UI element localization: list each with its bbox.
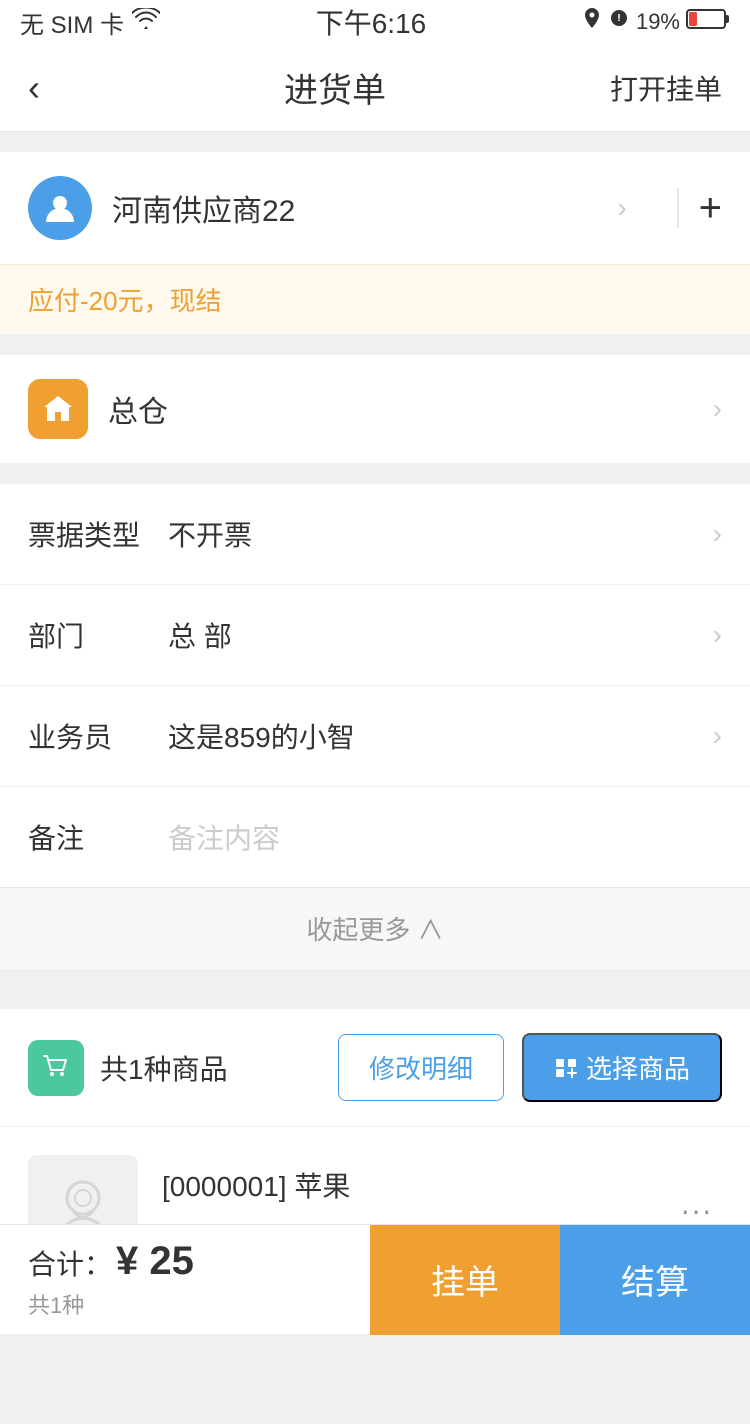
modify-detail-button[interactable]: 修改明细	[338, 1034, 504, 1101]
supplier-card: 河南供应商22 › + 应付-20元，现结	[0, 152, 750, 334]
page-title: 进货单	[60, 63, 610, 112]
supplier-info-banner: 应付-20元，现结	[0, 264, 750, 334]
select-product-button[interactable]: 选择商品	[522, 1033, 722, 1102]
gap-4	[0, 969, 750, 989]
warehouse-row[interactable]: 总仓 ›	[0, 354, 750, 463]
dept-row[interactable]: 部门 总 部 ›	[0, 584, 750, 685]
location-icon	[582, 8, 602, 36]
product-code: [0000001] 苹果	[162, 1171, 350, 1202]
user-icon	[42, 190, 78, 226]
total-label: 合计：	[28, 1243, 112, 1283]
battery-text: 19%	[636, 9, 680, 35]
warehouse-name: 总仓	[108, 387, 713, 431]
select-icon	[554, 1056, 578, 1080]
gap-3	[0, 463, 750, 483]
divider	[677, 188, 679, 228]
carrier-text: 无 SIM 卡	[20, 5, 124, 40]
invoice-chevron-icon: ›	[713, 518, 722, 550]
select-label: 选择商品	[586, 1049, 690, 1086]
status-time: 下午6:16	[316, 2, 427, 42]
hold-button[interactable]: 挂单	[370, 1225, 560, 1335]
sales-row[interactable]: 业务员 这是859的小智 ›	[0, 685, 750, 786]
back-button[interactable]: ‹	[28, 67, 40, 109]
note-placeholder: 备注内容	[158, 817, 722, 857]
nav-bar: ‹ 进货单 打开挂单	[0, 44, 750, 132]
supplier-chevron-icon: ›	[617, 192, 626, 224]
total-amount: ¥ 25	[116, 1239, 194, 1284]
form-section: 票据类型 不开票 › 部门 总 部 › 业务员 这是859的小智 › 备注 备注…	[0, 483, 750, 969]
dept-label: 部门	[28, 615, 158, 655]
collapse-toggle[interactable]: 收起更多 ∧	[0, 887, 750, 969]
status-bar: 无 SIM 卡 下午6:16 19%	[0, 0, 750, 44]
total-label-row: 合计： ¥ 25	[28, 1239, 342, 1284]
note-row[interactable]: 备注 备注内容	[0, 786, 750, 887]
warehouse-chevron-icon: ›	[713, 393, 722, 425]
supplier-name: 河南供应商22	[112, 186, 617, 230]
invoice-label: 票据类型	[28, 514, 158, 554]
gap-2	[0, 334, 750, 354]
gap-1	[0, 132, 750, 152]
warehouse-icon	[28, 379, 88, 439]
battery-icon	[686, 8, 730, 36]
cart-icon	[40, 1052, 72, 1084]
alarm-icon	[608, 8, 630, 36]
status-right: 19%	[582, 8, 730, 36]
add-supplier-button[interactable]: +	[699, 186, 722, 231]
dept-value: 总 部	[158, 615, 713, 655]
sales-chevron-icon: ›	[713, 720, 722, 752]
open-hold-button[interactable]: 打开挂单	[610, 68, 722, 108]
status-left: 无 SIM 卡	[20, 5, 160, 40]
note-label: 备注	[28, 817, 158, 857]
dept-chevron-icon: ›	[713, 619, 722, 651]
supplier-avatar	[28, 176, 92, 240]
footer-total: 合计： ¥ 25 共1种	[0, 1239, 370, 1320]
sales-value: 这是859的小智	[158, 716, 713, 756]
invoice-value: 不开票	[158, 514, 713, 554]
products-count: 共1种商品	[100, 1048, 338, 1088]
total-sub: 共1种	[28, 1288, 342, 1320]
product-name: [0000001] 苹果	[162, 1165, 670, 1205]
warehouse-card: 总仓 ›	[0, 354, 750, 463]
footer-bar: 合计： ¥ 25 共1种 挂单 结算	[0, 1224, 750, 1334]
products-header: 共1种商品 修改明细 选择商品	[0, 1009, 750, 1127]
supplier-row[interactable]: 河南供应商22 › +	[0, 152, 750, 264]
invoice-type-row[interactable]: 票据类型 不开票 ›	[0, 483, 750, 584]
sales-label: 业务员	[28, 716, 158, 756]
wifi-icon	[132, 8, 160, 37]
house-icon	[41, 392, 75, 426]
products-icon	[28, 1040, 84, 1096]
checkout-button[interactable]: 结算	[560, 1225, 750, 1335]
